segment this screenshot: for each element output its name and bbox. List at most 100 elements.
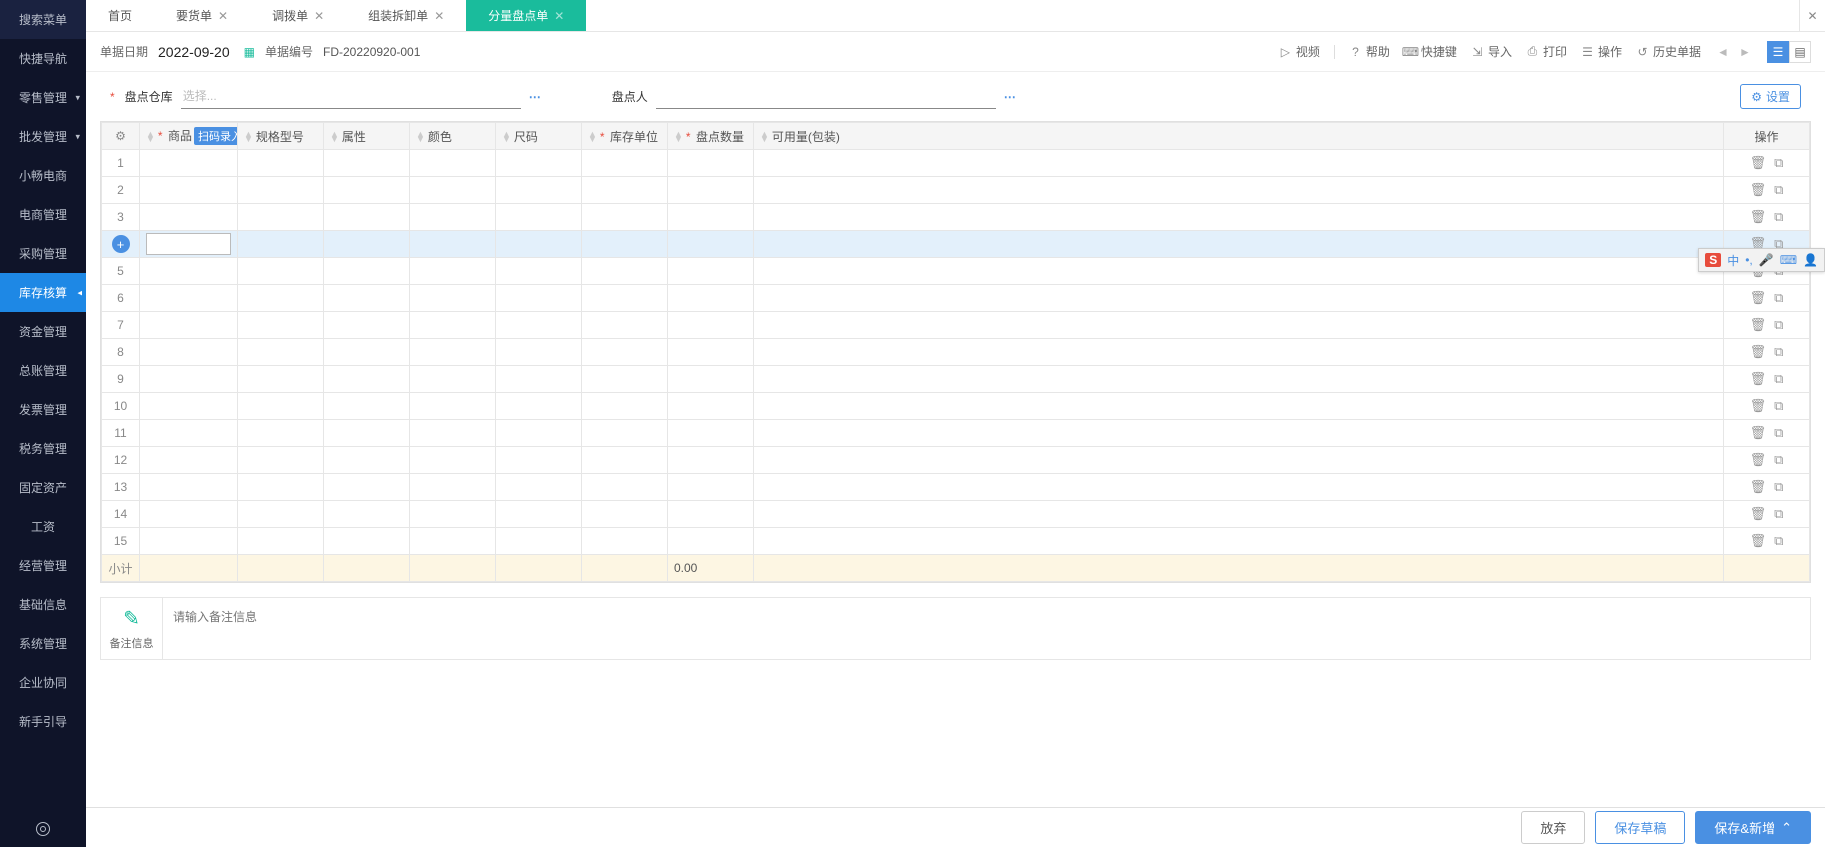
table-row[interactable]: 2🗑⧉ [102,177,1810,204]
table-row[interactable]: 11🗑⧉ [102,420,1810,447]
delete-row-icon[interactable]: 🗑 [1750,452,1767,467]
sort-icon[interactable]: ▲▼ [760,132,769,142]
sidebar-settings[interactable] [0,814,86,847]
table-row[interactable]: 9🗑⧉ [102,366,1810,393]
col-spec[interactable]: ▲▼规格型号 [238,123,324,150]
calendar-icon[interactable]: ▦ [244,45,255,59]
sidebar-item-9[interactable]: 总账管理 [0,351,86,390]
delete-row-icon[interactable]: 🗑 [1750,182,1767,197]
ime-lang[interactable]: 中 [1727,252,1739,269]
table-row[interactable]: 1🗑⧉ [102,150,1810,177]
copy-row-icon[interactable]: ⧉ [1774,290,1783,305]
tab-4[interactable]: 分量盘点单✕ [466,0,586,31]
close-icon[interactable]: ✕ [554,9,564,23]
col-color[interactable]: ▲▼颜色 [410,123,496,150]
date-value[interactable]: 2022-09-20 [158,44,230,60]
person-more-icon[interactable]: ⋯ [1004,90,1017,104]
sort-icon[interactable]: ▲▼ [674,132,683,142]
ime-toolbar[interactable]: S 中 •, 🎤 ⌨ 👤 [1698,248,1825,272]
sidebar-item-6[interactable]: 采购管理 [0,234,86,273]
copy-row-icon[interactable]: ⧉ [1774,344,1783,359]
col-size[interactable]: ▲▼尺码 [496,123,582,150]
delete-row-icon[interactable]: 🗑 [1750,425,1767,440]
table-row[interactable]: 7🗑⧉ [102,312,1810,339]
view-list[interactable]: ☰ [1767,41,1789,63]
table-row[interactable]: 10🗑⧉ [102,393,1810,420]
copy-row-icon[interactable]: ⧉ [1774,371,1783,386]
table-row[interactable]: 5🗑⧉ [102,258,1810,285]
close-all-tabs[interactable]: ✕ [1799,0,1825,31]
copy-row-icon[interactable]: ⧉ [1774,155,1783,170]
add-row-button[interactable]: + [112,235,130,253]
ime-keyboard-icon[interactable]: ⌨ [1780,253,1797,267]
table-row[interactable]: 12🗑⧉ [102,447,1810,474]
copy-row-icon[interactable]: ⧉ [1774,452,1783,467]
sidebar-item-18[interactable]: 新手引导 [0,702,86,741]
view-grid[interactable]: ▤ [1789,41,1811,63]
delete-row-icon[interactable]: 🗑 [1750,398,1767,413]
sidebar-item-0[interactable]: 搜索菜单 [0,0,86,39]
remark-input[interactable] [163,598,1810,659]
save-draft-button[interactable]: 保存草稿 [1595,811,1685,844]
copy-row-icon[interactable]: ⧉ [1774,479,1783,494]
settings-button[interactable]: ⚙ 设置 [1740,84,1801,109]
tab-3[interactable]: 组装拆卸单✕ [346,0,466,31]
col-attr[interactable]: ▲▼属性 [324,123,410,150]
sidebar-item-4[interactable]: 小畅电商 [0,156,86,195]
sidebar-item-1[interactable]: 快捷导航 [0,39,86,78]
sort-icon[interactable]: ▲▼ [330,132,339,142]
sort-icon[interactable]: ▲▼ [416,132,425,142]
copy-row-icon[interactable]: ⧉ [1774,317,1783,332]
sidebar-item-12[interactable]: 固定资产 [0,468,86,507]
warehouse-input[interactable] [181,85,521,109]
nav-next[interactable]: ► [1737,44,1753,60]
print-link[interactable]: ⎙打印 [1526,43,1567,60]
ime-user-icon[interactable]: 👤 [1803,253,1818,267]
delete-row-icon[interactable]: 🗑 [1750,290,1767,305]
copy-row-icon[interactable]: ⧉ [1774,425,1783,440]
close-icon[interactable]: ✕ [314,9,324,23]
sort-icon[interactable]: ▲▼ [502,132,511,142]
tab-0[interactable]: 首页 [86,0,154,31]
col-settings[interactable]: ⚙ [102,123,140,150]
tab-1[interactable]: 要货单✕ [154,0,250,31]
delete-row-icon[interactable]: 🗑 [1750,344,1767,359]
person-input[interactable] [656,85,996,109]
table-row[interactable]: 13🗑⧉ [102,474,1810,501]
history-link[interactable]: ↺历史单据 [1636,43,1701,60]
save-new-button[interactable]: 保存&新增⌃ [1695,811,1811,844]
sort-icon[interactable]: ▲▼ [588,132,597,142]
col-avail[interactable]: ▲▼可用量(包装) [754,123,1724,150]
close-icon[interactable]: ✕ [218,9,228,23]
copy-row-icon[interactable]: ⧉ [1774,398,1783,413]
video-link[interactable]: ▷视频 [1279,43,1320,60]
sidebar-item-7[interactable]: 库存核算◂ [0,273,86,312]
ime-punct-icon[interactable]: •, [1745,253,1753,267]
close-icon[interactable]: ✕ [434,9,444,23]
sidebar-item-11[interactable]: 税务管理 [0,429,86,468]
sidebar-item-14[interactable]: 经营管理 [0,546,86,585]
sidebar-item-3[interactable]: 批发管理▾ [0,117,86,156]
ime-mic-icon[interactable]: 🎤 [1759,253,1774,267]
operate-link[interactable]: ☰操作 [1581,43,1622,60]
import-link[interactable]: ⇲导入 [1471,43,1512,60]
tab-2[interactable]: 调拨单✕ [250,0,346,31]
sidebar-item-10[interactable]: 发票管理 [0,390,86,429]
nav-prev[interactable]: ◄ [1715,44,1731,60]
table-row[interactable]: 14🗑⧉ [102,501,1810,528]
sidebar-item-15[interactable]: 基础信息 [0,585,86,624]
delete-row-icon[interactable]: 🗑 [1750,371,1767,386]
product-cell-input[interactable] [146,233,231,255]
sidebar-item-5[interactable]: 电商管理 [0,195,86,234]
sidebar-item-13[interactable]: 工资 [0,507,86,546]
col-qty[interactable]: ▲▼* 盘点数量 [668,123,754,150]
col-product[interactable]: ▲▼* 商品扫码录入 [140,123,238,150]
sort-icon[interactable]: ▲▼ [244,132,253,142]
col-unit[interactable]: ▲▼* 库存单位 [582,123,668,150]
delete-row-icon[interactable]: 🗑 [1750,533,1767,548]
discard-button[interactable]: 放弃 [1521,811,1585,844]
table-row[interactable]: 8🗑⧉ [102,339,1810,366]
delete-row-icon[interactable]: 🗑 [1750,479,1767,494]
sidebar-item-8[interactable]: 资金管理 [0,312,86,351]
delete-row-icon[interactable]: 🗑 [1750,209,1767,224]
